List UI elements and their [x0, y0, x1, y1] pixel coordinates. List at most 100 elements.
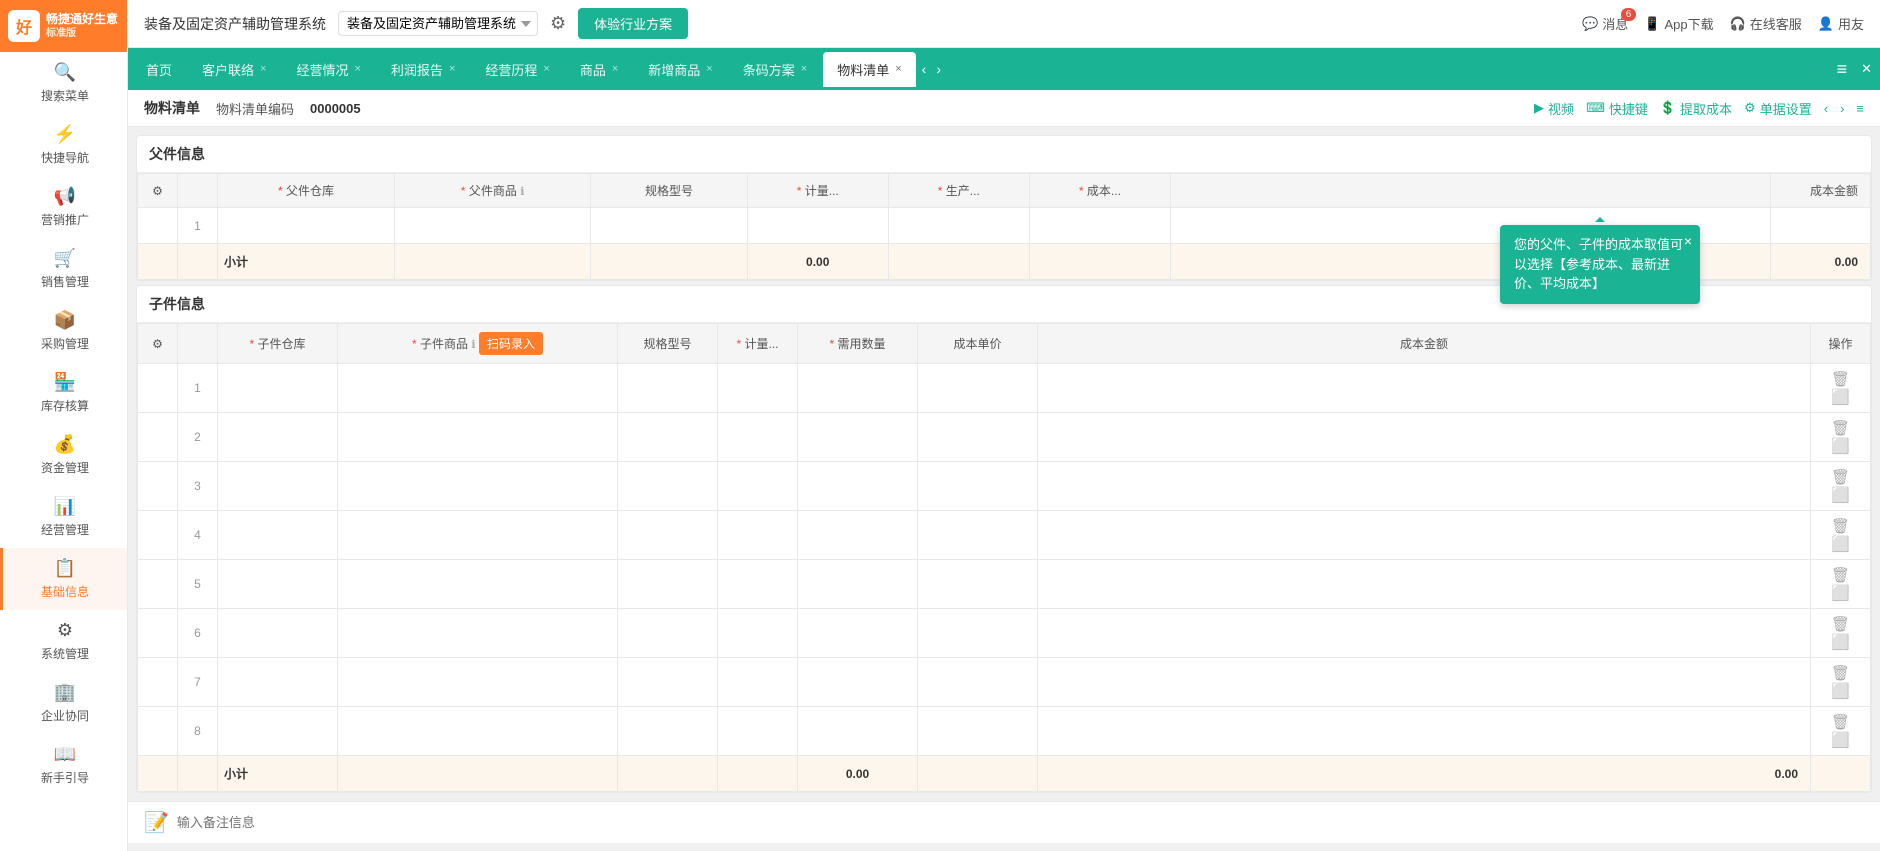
- tab-customer-close[interactable]: ×: [260, 63, 266, 75]
- child-row-3: 3 🗑 ⬜: [138, 462, 1871, 511]
- child-col-spec: 规格型号: [618, 324, 718, 364]
- sidebar-item-guide[interactable]: 📖 新手引导: [0, 734, 127, 796]
- child-col-unit: * 计量...: [718, 324, 798, 364]
- trial-button[interactable]: 体验行业方案: [578, 8, 688, 39]
- delete-icon[interactable]: 🗑: [1831, 616, 1850, 633]
- parent-col-spec: 规格型号: [591, 174, 747, 208]
- delete-icon[interactable]: 🗑: [1831, 714, 1850, 731]
- marketing-icon: 📢: [54, 186, 76, 207]
- copy-icon[interactable]: ⬜: [1831, 683, 1850, 700]
- child-row-7: 7 🗑 ⬜: [138, 658, 1871, 707]
- user-button[interactable]: 👤 用友: [1818, 14, 1864, 33]
- tab-profit-close[interactable]: ×: [449, 63, 455, 75]
- logo-icon: 好: [8, 10, 40, 42]
- system-select[interactable]: 装备及固定资产辅助管理系统: [338, 11, 538, 36]
- sub-header: 物料清单 物料清单编码 0000005 ▶ 视频 ⌨ 快捷键 💲 提取成本 ⚙: [128, 90, 1880, 127]
- nav-next-doc[interactable]: ›: [1840, 101, 1844, 116]
- topbar: 装备及固定资产辅助管理系统 装备及固定资产辅助管理系统 ⚙ 体验行业方案 💬 消…: [128, 0, 1880, 48]
- sidebar-item-system[interactable]: ⚙ 系统管理: [0, 610, 127, 672]
- copy-icon[interactable]: ⬜: [1831, 487, 1850, 504]
- parent-col-gear: ⚙: [138, 174, 178, 208]
- child-col-warehouse: * 子件仓库: [218, 324, 338, 364]
- shortcut-action[interactable]: ⌨ 快捷键: [1586, 99, 1648, 118]
- nav-prev[interactable]: ‹: [918, 59, 931, 79]
- child-col-gear: ⚙: [138, 324, 178, 364]
- nav-prev-doc[interactable]: ‹: [1824, 101, 1828, 116]
- logo-tag: 标准版: [46, 27, 118, 41]
- sidebar-item-operations[interactable]: 📊 经营管理: [0, 486, 127, 548]
- list-view-icon[interactable]: ≡: [1856, 101, 1864, 116]
- video-icon: ▶: [1534, 100, 1544, 116]
- delete-icon[interactable]: 🗑: [1831, 371, 1850, 388]
- sidebar-item-enterprise[interactable]: 🏢 企业协同: [0, 672, 127, 734]
- tab-goods-close[interactable]: ×: [612, 63, 618, 75]
- tab-new-goods-close[interactable]: ×: [706, 63, 712, 75]
- cost-action[interactable]: 💲 提取成本: [1660, 99, 1732, 118]
- copy-icon[interactable]: ⬜: [1831, 389, 1850, 406]
- sidebar-item-label: 快捷导航: [41, 149, 89, 166]
- sidebar-item-label: 经营管理: [41, 521, 89, 538]
- sidebar-item-finance[interactable]: 💰 资金管理: [0, 424, 127, 486]
- enterprise-icon: 🏢: [54, 682, 76, 703]
- close-all-tabs[interactable]: ≡: [1829, 55, 1856, 84]
- sidebar-item-basic-info[interactable]: 📋 基础信息: [0, 548, 127, 610]
- note-icon: 📝: [144, 810, 169, 835]
- tab-new-goods-label: 新增商品: [648, 60, 700, 79]
- tab-operations-close[interactable]: ×: [354, 63, 360, 75]
- bottom-bar: 📝: [128, 801, 1880, 843]
- note-input[interactable]: [177, 815, 1864, 830]
- copy-icon[interactable]: ⬜: [1831, 536, 1850, 553]
- parent-col-production: * 生产...: [888, 174, 1029, 208]
- close-tab-icon[interactable]: ✕: [1857, 57, 1876, 81]
- tab-customer[interactable]: 客户联络 ×: [188, 52, 280, 87]
- message-icon: 💬: [1582, 16, 1598, 32]
- parent-col-cost: * 成本...: [1029, 174, 1170, 208]
- copy-icon[interactable]: ⬜: [1831, 585, 1850, 602]
- sidebar-item-marketing[interactable]: 📢 营销推广: [0, 176, 127, 238]
- system-title: 装备及固定资产辅助管理系统: [144, 14, 326, 34]
- sidebar-item-inventory[interactable]: 🏪 库存核算: [0, 362, 127, 424]
- tooltip-close-button[interactable]: ×: [1684, 231, 1692, 252]
- sidebar-item-label: 采购管理: [41, 335, 89, 352]
- tab-bom-close[interactable]: ×: [895, 63, 901, 75]
- tab-new-goods[interactable]: 新增商品 ×: [634, 52, 726, 87]
- tab-profit[interactable]: 利润报告 ×: [377, 52, 469, 87]
- message-button[interactable]: 💬 消息 6: [1582, 14, 1628, 33]
- sub-header-code-value: 0000005: [310, 101, 361, 116]
- copy-icon[interactable]: ⬜: [1831, 732, 1850, 749]
- sidebar-item-purchase[interactable]: 📦 采购管理: [0, 300, 127, 362]
- tab-goods[interactable]: 商品 ×: [566, 52, 632, 87]
- tab-barcode-close[interactable]: ×: [801, 63, 807, 75]
- delete-icon[interactable]: 🗑: [1831, 665, 1850, 682]
- sidebar-item-label: 系统管理: [41, 645, 89, 662]
- sidebar-item-search[interactable]: 🔍 搜索菜单: [0, 52, 127, 114]
- video-action[interactable]: ▶ 视频: [1534, 99, 1574, 118]
- child-subtotal-cost: 0.00: [1038, 756, 1811, 792]
- settings-action[interactable]: ⚙ 单据设置: [1744, 99, 1812, 118]
- service-button[interactable]: 🎧 在线客服: [1730, 14, 1802, 33]
- child-row-4: 4 🗑 ⬜: [138, 511, 1871, 560]
- tab-operations[interactable]: 经营情况 ×: [282, 52, 374, 87]
- sidebar-item-sales[interactable]: 🛒 销售管理: [0, 238, 127, 300]
- child-table: ⚙ * 子件仓库 * 子件商品 ℹ 扫码录入 规格型号: [137, 323, 1871, 792]
- child-col-num: [178, 324, 218, 364]
- tab-home[interactable]: 首页: [132, 52, 186, 87]
- tab-bom[interactable]: 物料清单 ×: [823, 52, 915, 87]
- tab-operations-label: 经营情况: [296, 60, 348, 79]
- delete-icon[interactable]: 🗑: [1831, 518, 1850, 535]
- scan-button[interactable]: 扫码录入: [479, 332, 543, 355]
- delete-icon[interactable]: 🗑: [1831, 420, 1850, 437]
- video-label: 视频: [1548, 99, 1574, 118]
- nav-next[interactable]: ›: [932, 59, 945, 79]
- app-download-button[interactable]: 📱 App下载: [1644, 14, 1713, 33]
- sub-header-actions: ▶ 视频 ⌨ 快捷键 💲 提取成本 ⚙ 单据设置 ‹ › ≡: [1534, 99, 1864, 118]
- delete-icon[interactable]: 🗑: [1831, 469, 1850, 486]
- copy-icon[interactable]: ⬜: [1831, 634, 1850, 651]
- tab-barcode[interactable]: 条码方案 ×: [729, 52, 821, 87]
- tab-history[interactable]: 经营历程 ×: [471, 52, 563, 87]
- gear-icon[interactable]: ⚙: [550, 13, 566, 34]
- sidebar-item-quick-nav[interactable]: ⚡ 快捷导航: [0, 114, 127, 176]
- delete-icon[interactable]: 🗑: [1831, 567, 1850, 584]
- tab-history-close[interactable]: ×: [543, 63, 549, 75]
- copy-icon[interactable]: ⬜: [1831, 438, 1850, 455]
